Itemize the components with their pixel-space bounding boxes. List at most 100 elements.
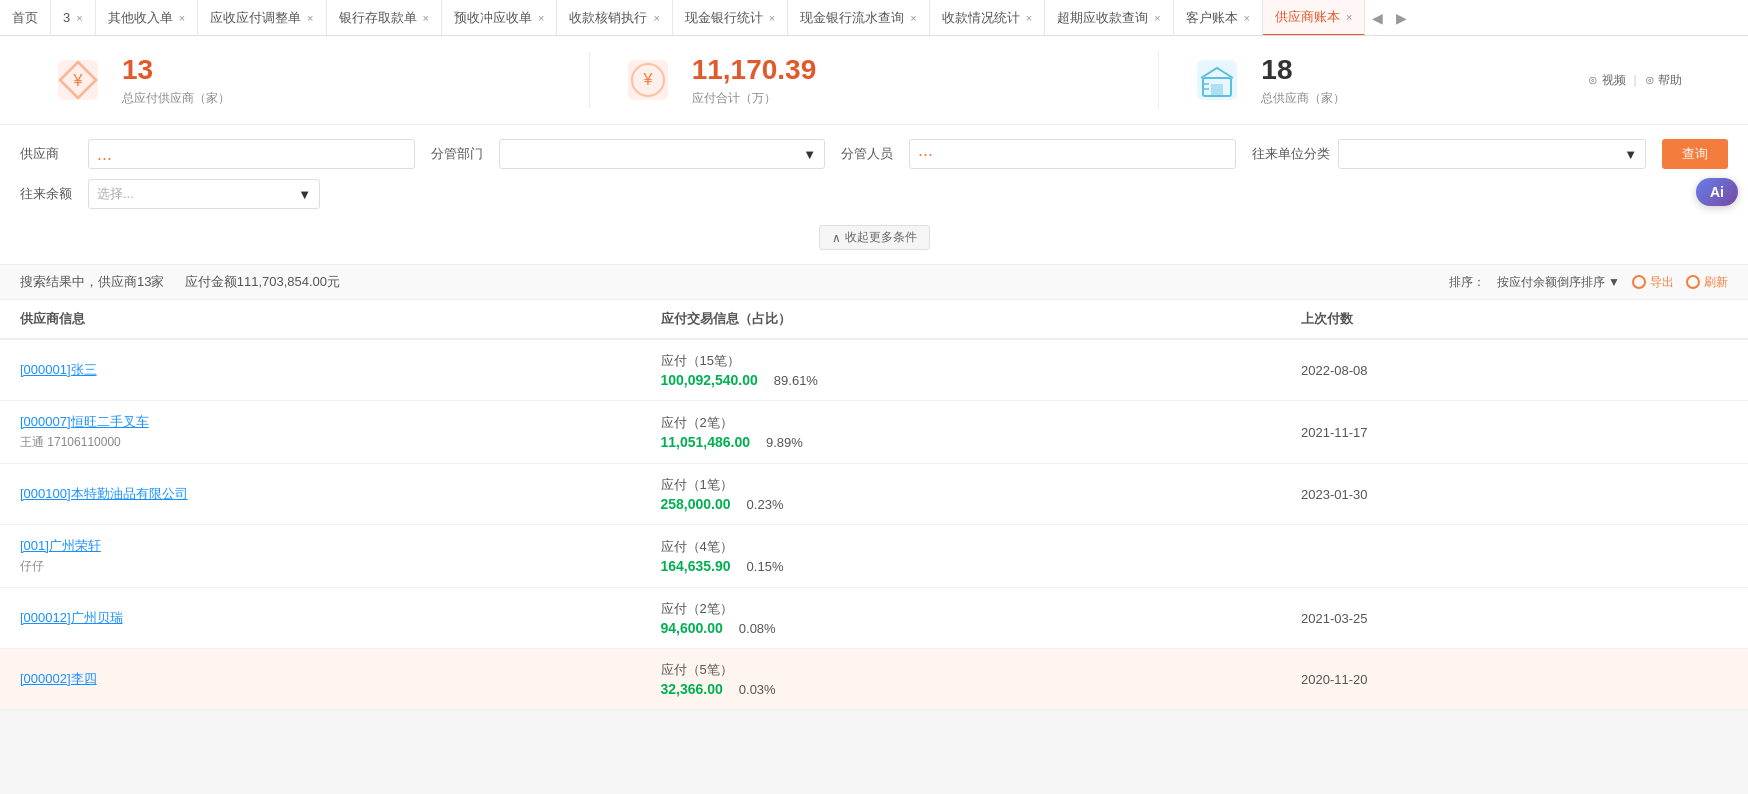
category-select[interactable]: ▼ [1338,139,1647,169]
video-link[interactable]: ⊙ 视频 [1588,72,1625,89]
lastpay-cell-5: 2021-03-25 [1301,611,1728,626]
person-dots: ··· [918,144,933,165]
nav-tab-advance-recv[interactable]: 预收冲应收单 × [442,0,557,36]
tx-row-2: 11,051,486.00 9.89% [661,434,1302,450]
refresh-button[interactable]: 刷新 [1686,274,1728,291]
tx-label-2: 应付（2笔） [661,414,1302,432]
nav-tab-bank-deposit[interactable]: 银行存取款单 × [327,0,442,36]
collapse-button[interactable]: ∧ 收起更多条件 [819,225,930,250]
close-icon[interactable]: × [1026,12,1032,24]
nav-tab-supplier-book[interactable]: 供应商账本 × [1263,0,1365,36]
supplier-link-3[interactable]: [000100]本特勤油品有限公司 [20,486,188,501]
nav-next-arrow[interactable]: ▶ [1389,0,1413,36]
close-icon[interactable]: × [423,12,429,24]
close-icon[interactable]: × [910,12,916,24]
close-icon[interactable]: × [653,12,659,24]
nav-tab-other-income-label: 其他收入单 [108,9,173,27]
person-input[interactable]: ··· [909,139,1236,169]
payable-total-icon: ¥ [620,52,676,108]
close-icon[interactable]: × [307,12,313,24]
tx-amount-3: 258,000.00 [661,496,731,512]
supplier-link-1[interactable]: [000001]张三 [20,362,97,377]
tx-percent-4: 0.15% [747,559,784,574]
supplier-input[interactable]: ... [88,139,415,169]
tx-percent-2: 9.89% [766,435,803,450]
filter-area: 供应商 ... 分管部门 ▼ 分管人员 ··· 往来单位分类 ▼ [0,125,1748,265]
nav-tab-recv-stat-label: 收款情况统计 [942,9,1020,27]
last-pay-date-5: 2021-03-25 [1301,611,1368,626]
nav-tab-cash-bank-stat[interactable]: 现金银行统计 × [673,0,788,36]
nav-tab-overdue-recv[interactable]: 超期应收款查询 × [1045,0,1173,36]
nav-tab-home[interactable]: 首页 [0,0,51,36]
supplier-link-6[interactable]: [000002]李四 [20,671,97,686]
tx-cell-5: 应付（2笔） 94,600.00 0.08% [661,600,1302,636]
filter-balance: 往来余额 选择... ▼ [20,179,320,209]
balance-placeholder: 选择... [97,185,134,203]
nav-tab-3[interactable]: 3 × [51,0,96,36]
nav-tab-bank-deposit-label: 银行存取款单 [339,9,417,27]
col-header-lastpay: 上次付数 [1301,310,1728,328]
close-icon[interactable]: × [538,12,544,24]
sort-arrow-icon: ▼ [1608,275,1620,289]
close-icon[interactable]: × [1346,11,1352,23]
table-row: [000007]恒旺二手叉车 王通 17106110000 应付（2笔） 11,… [0,401,1748,464]
sort-select[interactable]: 按应付余额倒序排序 ▼ [1497,274,1620,291]
filter-category: 往来单位分类 ▼ [1252,139,1647,169]
table-row: [000012]广州贝瑞 应付（2笔） 94,600.00 0.08% 2021… [0,588,1748,649]
search-button[interactable]: 查询 [1662,139,1728,169]
ai-button[interactable]: Ai [1696,178,1738,206]
nav-tab-home-label: 首页 [12,9,38,27]
payable-total-info: 11,170.39 应付合计（万） [692,53,817,108]
tx-label-4: 应付（4笔） [661,538,1302,556]
refresh-label: 刷新 [1704,274,1728,291]
nav-tab-cash-bank-flow[interactable]: 现金银行流水查询 × [788,0,929,36]
table-row: [000001]张三 应付（15笔） 100,092,540.00 89.61%… [0,340,1748,401]
filter-row-1: 供应商 ... 分管部门 ▼ 分管人员 ··· 往来单位分类 ▼ [20,139,1728,169]
close-icon[interactable]: × [1154,12,1160,24]
payable-suppliers-info: 13 总应付供应商（家） [122,53,230,108]
lastpay-cell-2: 2021-11-17 [1301,425,1728,440]
top-navigation: 首页 3 × 其他收入单 × 应收应付调整单 × 银行存取款单 × 预收冲应收单… [0,0,1748,36]
nav-tab-customer-book[interactable]: 客户账本 × [1174,0,1263,36]
collapse-bar: ∧ 收起更多条件 [20,219,1728,256]
dept-select[interactable]: ▼ [499,139,826,169]
tx-label-3: 应付（1笔） [661,476,1302,494]
lastpay-cell-3: 2023-01-30 [1301,487,1728,502]
result-text: 搜索结果中，供应商13家 [20,274,164,289]
nav-tab-other-income[interactable]: 其他收入单 × [96,0,198,36]
total-suppliers-label: 总供应商（家） [1261,90,1345,107]
supplier-cell-3: [000100]本特勤油品有限公司 [20,485,661,503]
last-pay-date-3: 2023-01-30 [1301,487,1368,502]
supplier-dots: ... [97,144,112,165]
supplier-link-4[interactable]: [001]广州荣轩 [20,538,101,553]
supplier-link-5[interactable]: [000012]广州贝瑞 [20,610,123,625]
tx-label-5: 应付（2笔） [661,600,1302,618]
table-row: [000100]本特勤油品有限公司 应付（1笔） 258,000.00 0.23… [0,464,1748,525]
close-icon[interactable]: × [769,12,775,24]
balance-arrow-icon: ▼ [298,187,311,202]
supplier-link-2[interactable]: [000007]恒旺二手叉车 [20,414,149,429]
filter-dept: 分管部门 ▼ [431,139,826,169]
table-header: 供应商信息 应付交易信息（占比） 上次付数 [0,300,1748,340]
balance-label: 往来余额 [20,185,80,203]
close-icon[interactable]: × [1244,12,1250,24]
nav-tab-recv-stat[interactable]: 收款情况统计 × [930,0,1045,36]
balance-select[interactable]: 选择... ▼ [88,179,320,209]
tx-amount-4: 164,635.90 [661,558,731,574]
collapse-icon: ∧ [832,231,841,245]
nav-tab-recv-verify[interactable]: 收款核销执行 × [557,0,672,36]
help-link[interactable]: ⊙ 帮助 [1645,72,1682,89]
col-header-supplier: 供应商信息 [20,310,661,328]
export-button[interactable]: 导出 [1632,274,1674,291]
supplier-sub-4: 仔仔 [20,558,661,575]
nav-tab-ar-ap-adj[interactable]: 应收应付调整单 × [198,0,326,36]
nav-prev-arrow[interactable]: ◀ [1365,0,1389,36]
category-arrow-icon: ▼ [1624,147,1637,162]
tx-amount-2: 11,051,486.00 [661,434,751,450]
payable-total-number: 11,170.39 [692,53,817,87]
close-icon[interactable]: × [179,12,185,24]
close-icon[interactable]: × [76,12,82,24]
nav-tab-cash-bank-flow-label: 现金银行流水查询 [800,9,904,27]
sort-value-text: 按应付余额倒序排序 [1497,274,1605,291]
tx-row-1: 100,092,540.00 89.61% [661,372,1302,388]
